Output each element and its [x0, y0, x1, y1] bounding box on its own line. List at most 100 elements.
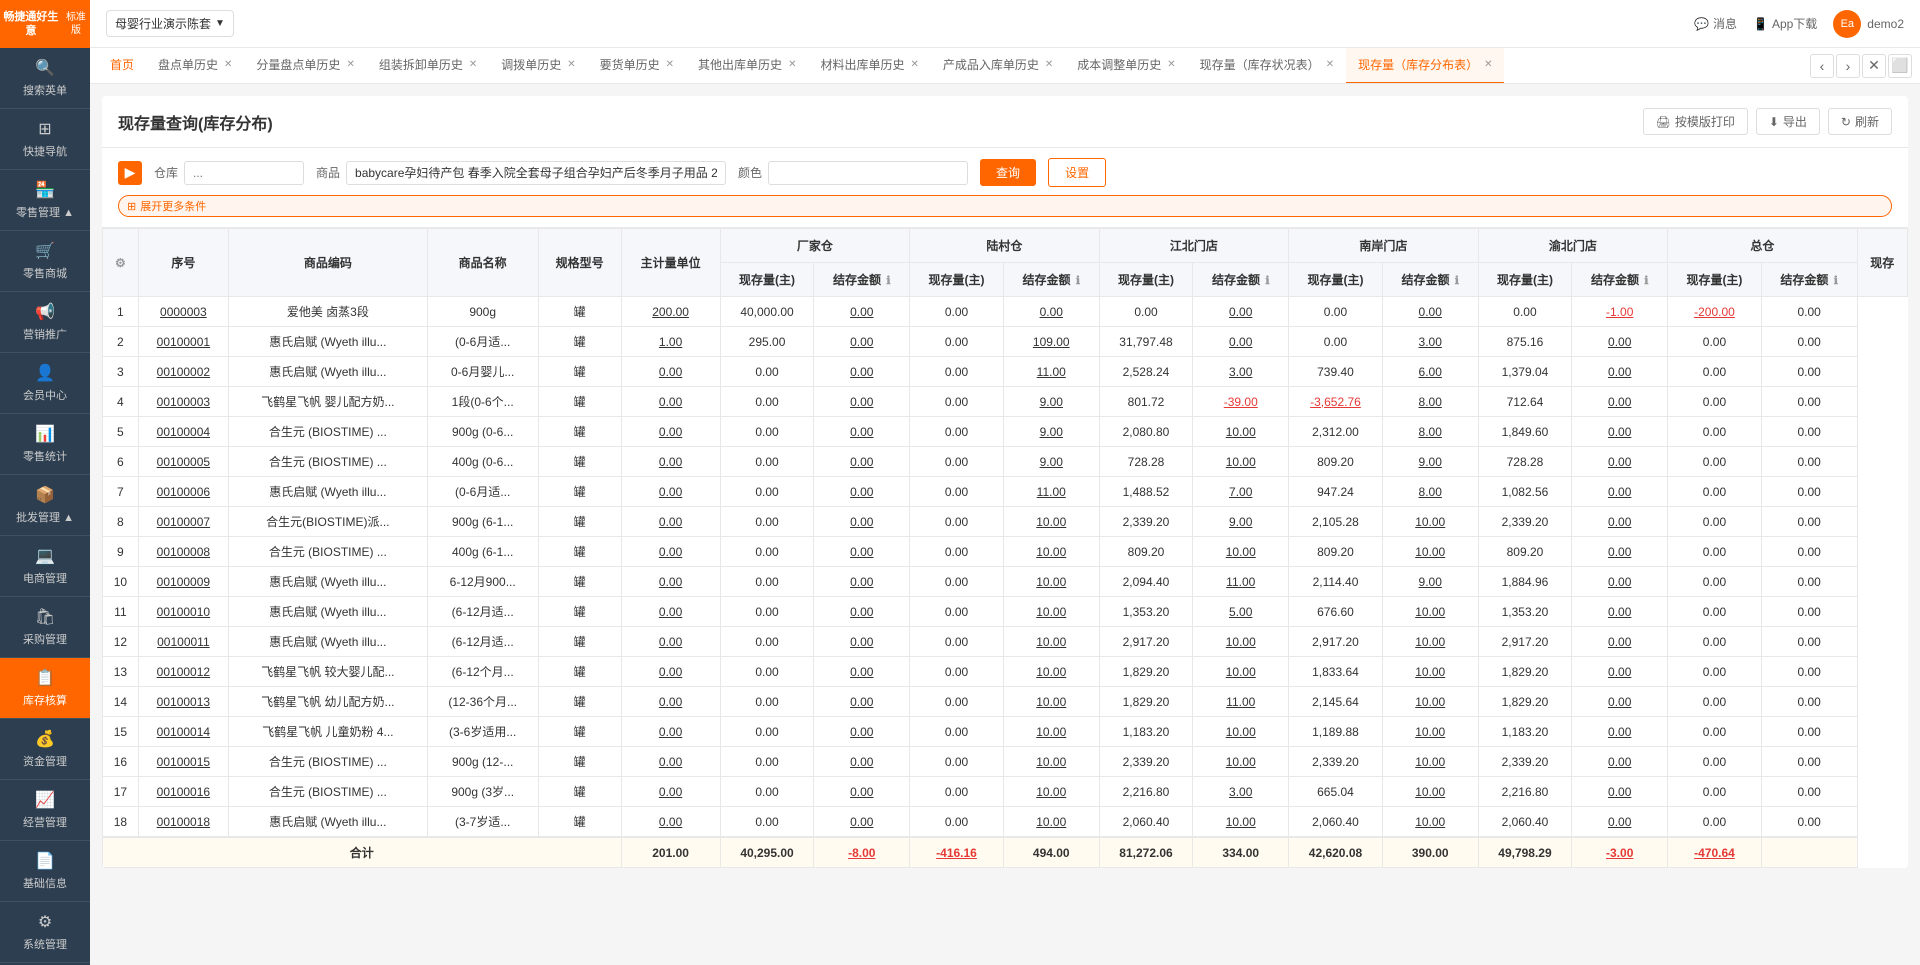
td-code-1: 00100001	[138, 327, 228, 357]
nav-tab-product_in[interactable]: 产成品入库单历史✕	[931, 48, 1065, 84]
td-na-stock-3: -39.00	[1193, 387, 1289, 417]
query-btn[interactable]: 查询	[980, 159, 1036, 186]
user-profile[interactable]: Ea demo2	[1833, 10, 1904, 38]
td-unit-12: 罐	[538, 657, 621, 687]
th-amount-jb: 结存金额 ℹ	[1193, 263, 1289, 297]
sidebar-item-marketing[interactable]: 📢营销推广	[0, 292, 90, 353]
nav-tab-close-cost_adj[interactable]: ✕	[1167, 59, 1175, 70]
color-input[interactable]	[768, 161, 968, 185]
nav-prev[interactable]: ‹	[1810, 54, 1834, 78]
td-spec-9: 6-12月900...	[427, 567, 538, 597]
sidebar-item-retail_mgmt[interactable]: 🏪零售管理 ▲	[0, 170, 90, 231]
nav-tab-close-requisition[interactable]: ✕	[666, 59, 674, 70]
td-code-9: 00100009	[138, 567, 228, 597]
nav-close-all[interactable]: ✕	[1862, 54, 1886, 78]
ops_mgmt-icon: 📈	[35, 790, 55, 810]
td-name-4: 合生元 (BIOSTIME) ...	[228, 417, 427, 447]
logo-line1: 畅捷通好生意	[0, 10, 62, 39]
nav-tab-close-other_out[interactable]: ✕	[788, 59, 796, 70]
summary-yb-amt: 49,798.29	[1478, 837, 1572, 868]
td-yb-stock-12: 10.00	[1382, 657, 1478, 687]
summary-row: 合计 201.00 40,295.00 -8.00 -416.16 494.00…	[103, 837, 1908, 868]
sidebar-item-member[interactable]: 👤会员中心	[0, 353, 90, 414]
table-row: 15 00100014 飞鹤星飞帆 儿童奶粉 4... (3-6岁适用... 罐…	[103, 717, 1908, 747]
nav-tab-close-combo[interactable]: ✕	[469, 59, 477, 70]
refresh-btn[interactable]: ↻ 刷新	[1828, 108, 1892, 135]
td-fj-stock-3: 0.00	[621, 387, 720, 417]
store-selector[interactable]: 母婴行业演示陈套 ▼	[106, 10, 234, 37]
nav-tab-close-material_out[interactable]: ✕	[910, 59, 918, 70]
sidebar-item-ops_mgmt[interactable]: 📈经营管理	[0, 780, 90, 841]
td-no-13: 14	[103, 687, 139, 717]
nav-tab-transfer[interactable]: 调拨单历史✕	[489, 48, 587, 84]
td-jb-amt-0: 0.00	[1099, 297, 1193, 327]
nav-tab-stock_dist_active[interactable]: 现存量（库存分布表）✕	[1346, 48, 1504, 84]
nav-arrows: ‹ › ✕ ⬜	[1810, 54, 1912, 78]
td-spec-16: 900g (3岁...	[427, 777, 538, 807]
nav-tab-close-transfer[interactable]: ✕	[567, 59, 575, 70]
summary-total-amt: -470.64	[1668, 837, 1762, 868]
td-lc-amt-13: 0.00	[910, 687, 1004, 717]
nav-next[interactable]: ›	[1836, 54, 1860, 78]
td-yb-amt-15: 2,339.20	[1478, 747, 1572, 777]
td-fj-stock-16: 0.00	[621, 777, 720, 807]
nav-expand[interactable]: ⬜	[1888, 54, 1912, 78]
nav-tab-inventory_count[interactable]: 盘点单历史✕	[146, 48, 244, 84]
filter-collapse-btn[interactable]: ▶	[118, 161, 142, 185]
td-spec-3: 1段(0-6个...	[427, 387, 538, 417]
sidebar-item-wholesale[interactable]: 📦批发管理 ▲	[0, 475, 90, 536]
td-current-15: 0.00	[1761, 747, 1857, 777]
nav-tab-sub_inventory[interactable]: 分量盘点单历史✕	[244, 48, 366, 84]
nav-tab-combo[interactable]: 组装拆卸单历史✕	[367, 48, 489, 84]
nav-tab-close-product_in[interactable]: ✕	[1045, 59, 1053, 70]
sidebar-item-retail_store[interactable]: 🛒零售商城	[0, 231, 90, 292]
td-na-amt-14: 1,189.88	[1289, 717, 1383, 747]
sidebar-item-basic[interactable]: 📄基础信息	[0, 841, 90, 902]
th-warehouse-ybmd: 渝北门店	[1478, 229, 1667, 263]
nav-tab-cost_adj[interactable]: 成本调整单历史✕	[1065, 48, 1187, 84]
th-settings[interactable]: ⚙	[103, 229, 139, 297]
td-total-stock-13: 0.00	[1572, 687, 1668, 717]
print-btn[interactable]: 🖨 按模版打印	[1643, 108, 1748, 135]
settings-btn[interactable]: 设置	[1048, 158, 1106, 187]
nav-tab-home[interactable]: 首页	[98, 48, 146, 84]
nav-tab-close-sub_inventory[interactable]: ✕	[346, 59, 354, 70]
expand-conditions-btn[interactable]: ⊞ 展开更多条件	[118, 195, 1892, 217]
sidebar-item-purchase[interactable]: 🛍采购管理	[0, 597, 90, 658]
nav-tab-close-stock_dist_active[interactable]: ✕	[1484, 59, 1492, 70]
nav-tab-close-inventory_count[interactable]: ✕	[224, 59, 232, 70]
td-total-amt-12: 0.00	[1668, 657, 1762, 687]
td-name-11: 惠氏启赋 (Wyeth illu...	[228, 627, 427, 657]
table-row: 9 00100008 合生元 (BIOSTIME) ... 400g (6-1.…	[103, 537, 1908, 567]
nav-tab-close-stock_status[interactable]: ✕	[1326, 59, 1334, 70]
nav-tab-material_out[interactable]: 材料出库单历史✕	[808, 48, 930, 84]
sidebar-logo[interactable]: 畅捷通好生意 标准版	[0, 0, 90, 48]
sidebar-item-system[interactable]: ⚙系统管理	[0, 902, 90, 963]
td-spec-7: 900g (6-1...	[427, 507, 538, 537]
app-download-btn[interactable]: 📱 App下载	[1753, 15, 1817, 32]
warehouse-filter: 仓库	[154, 161, 304, 185]
td-total-amt-10: 0.00	[1668, 597, 1762, 627]
sidebar-item-nav[interactable]: ⊞快捷导航	[0, 109, 90, 170]
warehouse-input[interactable]	[184, 161, 304, 185]
sidebar-item-retail_stats[interactable]: 📊零售统计	[0, 414, 90, 475]
goods-input[interactable]	[346, 161, 726, 185]
td-lc-stock-14: 0.00	[814, 717, 910, 747]
td-total-amt-17: 0.00	[1668, 807, 1762, 838]
td-lc-stock-0: 0.00	[814, 297, 910, 327]
sidebar-item-ecommerce[interactable]: 💻电商管理	[0, 536, 90, 597]
nav-tab-label-other_out: 其他出库单历史	[698, 56, 782, 73]
td-lc-amt-7: 0.00	[910, 507, 1004, 537]
td-yb-amt-17: 2,060.40	[1478, 807, 1572, 838]
sidebar-item-inventory[interactable]: 📋库存核算	[0, 658, 90, 719]
sidebar-item-finance[interactable]: 💰资金管理	[0, 719, 90, 780]
export-btn[interactable]: ⬇ 导出	[1756, 108, 1820, 135]
nav-tab-stock_status[interactable]: 现存量（库存状况表）✕	[1188, 48, 1346, 84]
message-btn[interactable]: 💬 消息	[1694, 15, 1737, 32]
td-total-amt-1: 0.00	[1668, 327, 1762, 357]
goods-filter: 商品	[316, 161, 726, 185]
td-jb-amt-17: 2,060.40	[1099, 807, 1193, 838]
nav-tab-requisition[interactable]: 要货单历史✕	[588, 48, 686, 84]
sidebar-item-search[interactable]: 🔍搜索英单	[0, 48, 90, 109]
nav-tab-other_out[interactable]: 其他出库单历史 ✕	[686, 48, 808, 84]
